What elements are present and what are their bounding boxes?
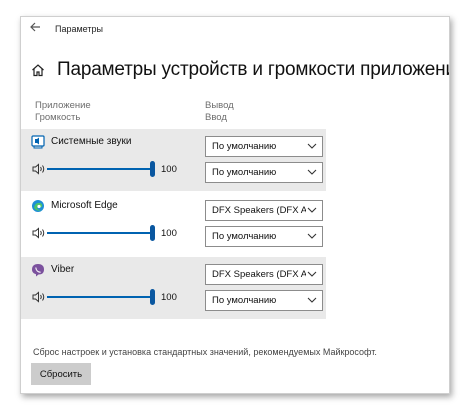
speaker-icon[interactable] (32, 227, 46, 239)
volume-slider-thumb[interactable] (150, 225, 155, 241)
volume-slider-thumb[interactable] (150, 289, 155, 305)
speaker-icon[interactable] (32, 163, 46, 175)
speaker-icon[interactable] (32, 291, 46, 303)
system-sounds-icon (31, 135, 45, 149)
edge-icon (32, 200, 44, 212)
back-arrow-icon[interactable] (29, 21, 43, 37)
input-dropdown[interactable]: По умолчанию (205, 226, 323, 247)
output-dropdown-value: DFX Speakers (DFX A (212, 205, 308, 216)
input-dropdown-value: По умолчанию (212, 295, 277, 306)
viber-icon (32, 264, 44, 277)
column-header-output: Вывод Ввод (205, 100, 234, 124)
volume-value: 100 (161, 164, 177, 175)
column-header-output-label: Вывод (205, 100, 234, 111)
volume-slider-thumb[interactable] (150, 161, 155, 177)
input-dropdown[interactable]: По умолчанию (205, 162, 323, 183)
volume-slider-track (47, 168, 155, 170)
output-dropdown[interactable]: По умолчанию (205, 136, 323, 157)
input-dropdown-value: По умолчанию (212, 167, 277, 178)
reset-button[interactable]: Сбросить (31, 363, 91, 385)
settings-window: Параметры Параметры устройств и громкост… (20, 16, 450, 394)
title-bar: Параметры (21, 17, 449, 43)
input-dropdown-value: По умолчанию (212, 231, 277, 242)
app-name: Viber (51, 264, 75, 275)
input-dropdown[interactable]: По умолчанию (205, 290, 323, 311)
output-dropdown[interactable]: DFX Speakers (DFX A (205, 264, 323, 285)
chevron-down-icon (306, 165, 318, 179)
chevron-down-icon (306, 293, 318, 307)
column-header-app-label: Приложение (35, 100, 91, 111)
chevron-down-icon (306, 203, 318, 217)
column-header-volume-label: Громкость (35, 112, 81, 123)
chevron-down-icon (306, 229, 318, 243)
chevron-down-icon (306, 267, 318, 281)
column-header-input-label: Ввод (205, 112, 227, 123)
output-dropdown-value: По умолчанию (212, 141, 277, 152)
volume-value: 100 (161, 292, 177, 303)
chevron-down-icon (306, 139, 318, 153)
page-header: Параметры устройств и громкости приложен… (31, 55, 450, 85)
app-name: Microsoft Edge (51, 200, 118, 211)
volume-slider-track (47, 232, 155, 234)
volume-value: 100 (161, 228, 177, 239)
home-icon[interactable] (31, 63, 45, 77)
volume-slider[interactable] (47, 160, 155, 178)
output-dropdown-value: DFX Speakers (DFX A (212, 269, 308, 280)
page-title: Параметры устройств и громкости приложен… (57, 59, 450, 80)
reset-description: Сброс настроек и установка стандартных з… (33, 347, 377, 357)
window-title: Параметры (55, 24, 103, 34)
volume-slider-track (47, 296, 155, 298)
column-header-app: Приложение Громкость (35, 100, 91, 124)
volume-slider[interactable] (47, 224, 155, 242)
volume-slider[interactable] (47, 288, 155, 306)
output-dropdown[interactable]: DFX Speakers (DFX A (205, 200, 323, 221)
app-name: Системные звуки (51, 136, 132, 147)
